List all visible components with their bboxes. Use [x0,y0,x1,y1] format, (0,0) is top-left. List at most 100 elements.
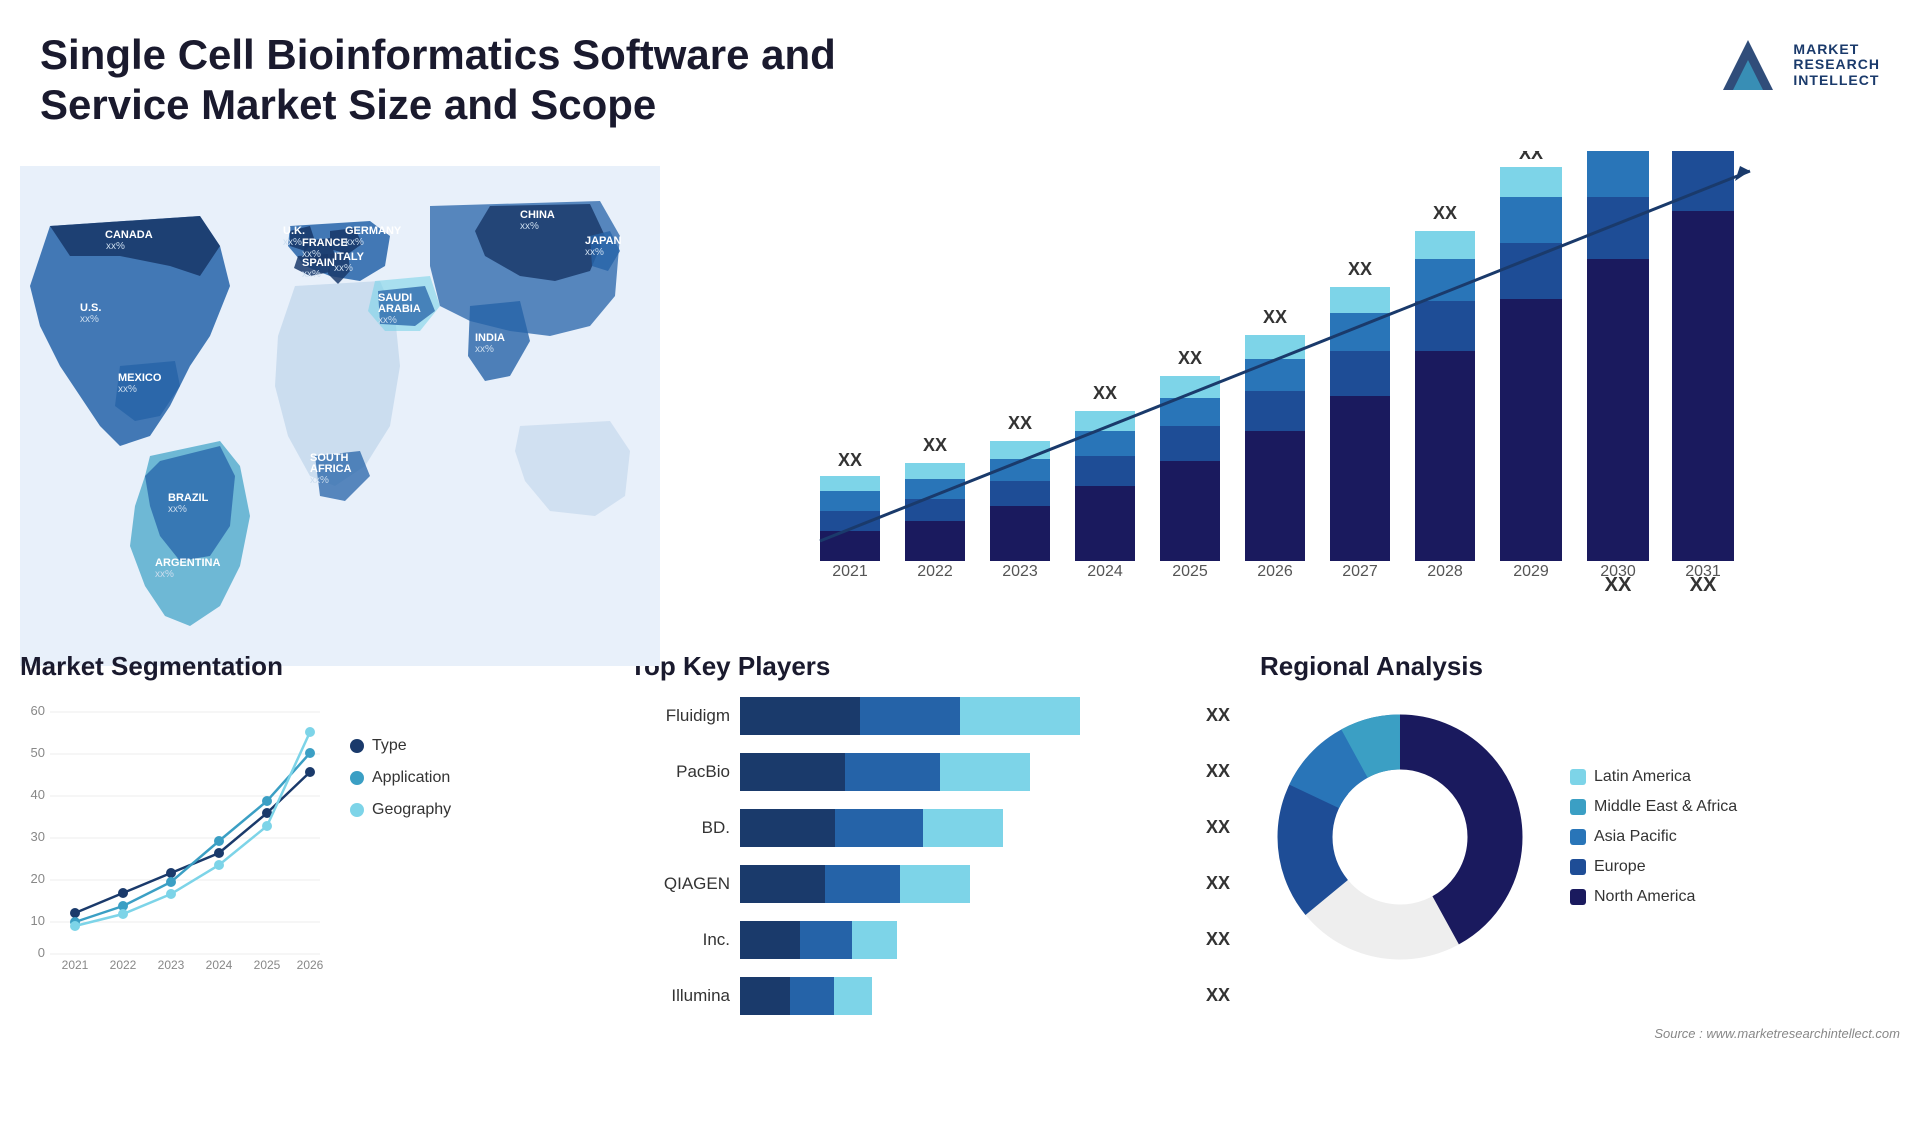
players-chart: Fluidigm XX PacBio XX BD [630,697,1230,1015]
type-dot-3 [166,868,176,878]
player-name-pacbio: PacBio [630,762,730,782]
qiagen-seg2 [825,865,900,903]
legend-northamerica: North America [1570,888,1737,906]
segmentation-chart-svg: 60 50 40 30 20 10 0 2021 2022 [20,697,340,977]
bar-2027-seg2 [1330,351,1390,396]
world-map: CANADA xx% U.S. xx% MEXICO xx% BRAZIL xx… [20,141,660,691]
map-label-africa: AFRICA [310,463,352,475]
bar-2030-seg3 [1587,151,1649,197]
legend-europe: Europe [1570,858,1737,876]
type-dot-6 [305,767,315,777]
bar-2028-seg3 [1415,259,1475,301]
bar-2029-seg3 [1500,197,1562,243]
geo-dot-3 [166,889,176,899]
page-title: Single Cell Bioinformatics Software and … [40,30,940,131]
qiagen-seg1 [740,865,825,903]
year-2022: 2022 [917,563,953,580]
bar-2024-seg1 [1075,486,1135,561]
inc-seg2 [800,921,852,959]
legend-asia-label: Asia Pacific [1594,828,1677,846]
year-2029: 2029 [1513,563,1549,580]
bar-2028-seg1 [1415,351,1475,561]
legend-europe-color [1570,859,1586,875]
bar-2022-label: XX [923,435,947,455]
map-label-argentina: ARGENTINA [155,557,220,569]
bar-2028-label: XX [1433,203,1457,223]
svg-text:0: 0 [38,945,45,960]
player-name-illumina: Illumina [630,986,730,1006]
bottom-row: Market Segmentation 60 50 40 30 20 10 0 [0,641,1920,1021]
legend-europe-label: Europe [1594,858,1646,876]
player-bar-bd [740,809,1188,847]
bd-seg1 [740,809,835,847]
svg-text:50: 50 [31,745,45,760]
geo-dot-5 [262,821,272,831]
year-2023: 2023 [1002,563,1038,580]
fluidigm-seg1 [740,697,860,735]
growth-chart-svg: XX 2021 XX 2022 XX 2023 XX 2024 [700,151,1880,631]
header: Single Cell Bioinformatics Software and … [0,0,1920,141]
geo-dot-2 [118,909,128,919]
qiagen-seg3 [900,865,970,903]
player-name-fluidigm: Fluidigm [630,706,730,726]
bar-2023-seg4 [990,441,1050,459]
map-label-brazil: BRAZIL [168,492,209,504]
pacbio-seg1 [740,753,845,791]
legend-latam-label: Latin America [1594,768,1691,786]
svg-text:30: 30 [31,829,45,844]
logo-text: MARKET RESEARCH INTELLECT [1793,42,1880,88]
bd-seg2 [835,809,923,847]
bar-2026-seg2 [1245,391,1305,431]
legend-geo-dot [350,803,364,817]
player-bar-illumina [740,977,1188,1015]
player-value-illumina: XX [1206,985,1230,1006]
bar-2021-seg4 [820,476,880,491]
geo-dot-6 [305,727,315,737]
bar-2031-seg1 [1672,211,1734,561]
bar-2031-label: XX [1690,574,1717,596]
legend-northamerica-label: North America [1594,888,1695,906]
year-2028: 2028 [1427,563,1463,580]
fluidigm-seg3 [960,697,1080,735]
donut-chart-svg [1260,697,1540,977]
bar-2027-seg1 [1330,396,1390,561]
source-text: Source : www.marketresearchintellect.com [1654,1026,1900,1041]
legend-asia: Asia Pacific [1570,828,1737,846]
player-row-inc: Inc. XX [630,921,1230,959]
illumina-seg2 [790,977,834,1015]
bar-2026-seg4 [1245,335,1305,359]
player-name-bd: BD. [630,818,730,838]
player-bar-qiagen [740,865,1188,903]
bar-2030-seg2 [1587,197,1649,259]
player-value-qiagen: XX [1206,873,1230,894]
top-row: CANADA xx% U.S. xx% MEXICO xx% BRAZIL xx… [0,141,1920,641]
geo-line [75,732,310,926]
map-label-spain: SPAIN [302,257,335,269]
pacbio-seg3 [940,753,1030,791]
bar-2027-seg4 [1330,287,1390,313]
pacbio-seg2 [845,753,940,791]
year-2021: 2021 [832,563,868,580]
bar-2021-seg3 [820,491,880,511]
legend-mea-label: Middle East & Africa [1594,798,1737,816]
player-row-fluidigm: Fluidigm XX [630,697,1230,735]
map-label-china: CHINA [520,209,555,221]
map-label-us: U.S. [80,302,101,314]
legend-geo-label: Geography [372,801,451,819]
map-value-uk: xx% [283,237,302,248]
player-row-pacbio: PacBio XX [630,753,1230,791]
donut-legend: Latin America Middle East & Africa Asia … [1570,768,1737,906]
map-label-arabia: ARABIA [378,303,421,315]
map-value-japan: xx% [585,247,604,258]
year-2025: 2025 [1172,563,1208,580]
fluidigm-seg2 [860,697,960,735]
bar-2026-seg1 [1245,431,1305,561]
players-section: Top Key Players Fluidigm XX PacBio [630,651,1230,1021]
legend-mea: Middle East & Africa [1570,798,1737,816]
segmentation-section: Market Segmentation 60 50 40 30 20 10 0 [20,651,600,1021]
seg-legend: Type Application Geography [350,697,451,977]
bd-seg3 [923,809,1003,847]
player-row-illumina: Illumina XX [630,977,1230,1015]
map-section: CANADA xx% U.S. xx% MEXICO xx% BRAZIL xx… [20,141,660,691]
map-value-china: xx% [520,221,539,232]
